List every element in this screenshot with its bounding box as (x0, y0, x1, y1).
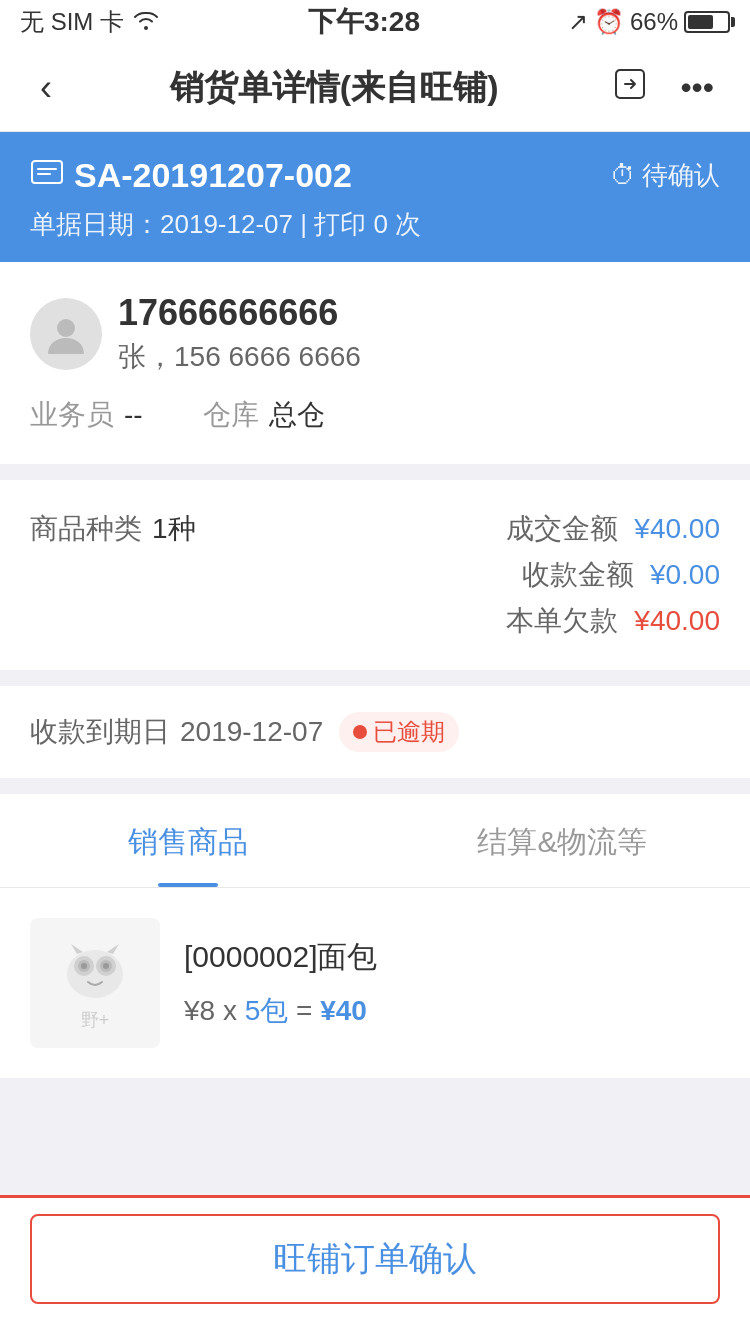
received-amount: 收款金额 ¥0.00 (522, 556, 720, 594)
more-button[interactable]: ••• (674, 63, 720, 112)
share-button[interactable] (606, 60, 654, 116)
svg-point-3 (67, 950, 123, 998)
bottom-bar: 旺铺订单确认 (0, 1195, 750, 1334)
product-list: 野+ [0000002]面包 ¥8 x 5包 = ¥40 (0, 888, 750, 1078)
alarm-icon: ⏰ (594, 8, 624, 36)
customer-meta: 业务员 -- 仓库 总仓 (30, 396, 720, 434)
location-icon: ↗ (568, 8, 588, 36)
tabs-header: 销售商品 结算&物流等 (0, 794, 750, 888)
customer-section: 17666666666 张，156 6666 6666 业务员 -- 仓库 总仓 (0, 262, 750, 464)
product-types: 商品种类 1种 (30, 510, 196, 548)
svg-point-2 (57, 319, 75, 337)
tab-sales-products[interactable]: 销售商品 (0, 794, 375, 887)
svg-point-9 (103, 963, 109, 969)
product-price-formula: ¥8 x 5包 = ¥40 (184, 992, 720, 1030)
order-id: SA-20191207-002 (30, 156, 352, 195)
svg-point-8 (81, 963, 87, 969)
due-date-value: 2019-12-07 (180, 716, 323, 748)
order-status: ⏱ 待确认 (610, 158, 720, 193)
tabs-section: 销售商品 结算&物流等 (0, 794, 750, 1078)
order-date: 单据日期：2019-12-07 | 打印 0 次 (30, 207, 720, 242)
status-bar-left: 无 SIM 卡 (20, 6, 160, 38)
overdue-badge: 已逾期 (339, 712, 459, 752)
svg-rect-1 (32, 161, 62, 183)
carrier-label: 无 SIM 卡 (20, 6, 124, 38)
customer-phone: 17666666666 (118, 292, 361, 334)
order-id-icon (30, 156, 64, 195)
warehouse-info: 仓库 总仓 (203, 396, 325, 434)
customer-avatar (30, 298, 102, 370)
page-title: 销货单详情(来自旺铺) (170, 65, 499, 111)
product-image: 野+ (30, 918, 160, 1048)
product-brand-text: 野+ (81, 1008, 110, 1032)
overdue-dot-icon (353, 725, 367, 739)
status-clock-icon: ⏱ (610, 160, 636, 191)
tab-settlement[interactable]: 结算&物流等 (375, 794, 750, 887)
battery-icon (684, 11, 730, 33)
status-bar-right: ↗ ⏰ 66% (568, 8, 730, 36)
battery-percent: 66% (630, 8, 678, 36)
sales-info: 业务员 -- (30, 396, 143, 434)
product-name: [0000002]面包 (184, 937, 720, 978)
owed-amount: 本单欠款 ¥40.00 (506, 602, 720, 640)
customer-name: 张，156 6666 6666 (118, 338, 361, 376)
status-bar: 无 SIM 卡 下午3:28 ↗ ⏰ 66% (0, 0, 750, 44)
nav-actions: ••• (606, 60, 720, 116)
confirm-order-button[interactable]: 旺铺订单确认 (30, 1214, 720, 1304)
deal-amount: 成交金额 ¥40.00 (506, 510, 720, 548)
order-header: SA-20191207-002 ⏱ 待确认 单据日期：2019-12-07 | … (0, 132, 750, 262)
amounts-section: 商品种类 1种 成交金额 ¥40.00 收款金额 ¥0.00 本单欠款 ¥40.… (0, 480, 750, 670)
list-item: 野+ [0000002]面包 ¥8 x 5包 = ¥40 (0, 888, 750, 1078)
due-date-section: 收款到期日 2019-12-07 已逾期 (0, 686, 750, 778)
wifi-icon (132, 8, 160, 36)
status-bar-time: 下午3:28 (308, 3, 420, 41)
product-info: [0000002]面包 ¥8 x 5包 = ¥40 (184, 937, 720, 1030)
nav-bar: ‹ 销货单详情(来自旺铺) ••• (0, 44, 750, 132)
amounts-right: 成交金额 ¥40.00 收款金额 ¥0.00 本单欠款 ¥40.00 (506, 510, 720, 640)
back-button[interactable]: ‹ (30, 57, 62, 119)
